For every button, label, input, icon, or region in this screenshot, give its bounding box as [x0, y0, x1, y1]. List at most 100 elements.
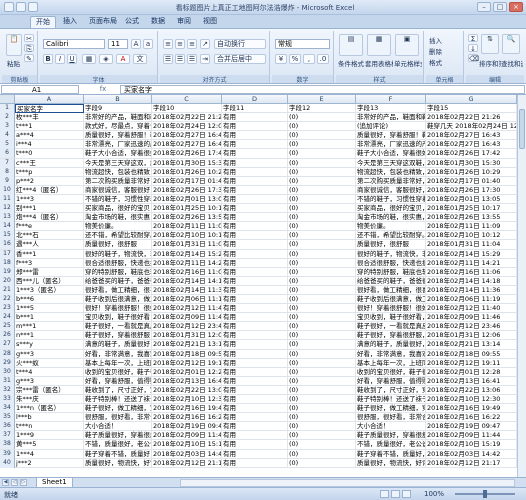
cell-d[interactable]: 有用	[222, 285, 288, 295]
cell-d[interactable]: 有用	[222, 149, 288, 159]
row-header[interactable]: 21	[0, 285, 15, 295]
cell-b[interactable]: 质量很好，很舒服	[84, 240, 152, 250]
cell-e[interactable]: (0)	[288, 404, 356, 414]
percent-icon[interactable]: %	[289, 54, 301, 64]
cell-f[interactable]: 鞋子很好，一看就是真皮	[356, 322, 426, 332]
cell-f[interactable]: 买家商品，很好的宝贝，	[356, 204, 426, 214]
cell-b[interactable]: 鞋子收到后很满意，做工很	[84, 294, 152, 304]
cell-g[interactable]: 2018年02月03日 14:42	[426, 449, 517, 459]
cell-a[interactable]: t***0	[15, 149, 84, 159]
name-box[interactable]: A1	[1, 85, 79, 94]
cell-d[interactable]: 有用	[222, 231, 288, 241]
cell-f[interactable]: 商家很诚信，客服很好，	[356, 185, 426, 195]
cell-b[interactable]: 商家很诚信，客服很好，鞋	[84, 185, 152, 195]
cell-f[interactable]: 鞋子很好，穿着很舒服，	[356, 331, 426, 341]
cell-c[interactable]: 2018年02月22日 21:26颜色	[152, 113, 222, 123]
cell-a[interactable]: 1***n（匿名）	[15, 404, 84, 414]
indent-icon[interactable]: ⇥	[200, 54, 210, 64]
cell-e[interactable]: (0)	[288, 158, 356, 168]
cell-f[interactable]: 鞋子穿着不错，质量好，	[356, 449, 426, 459]
delete-cells-button[interactable]: 删除	[429, 46, 442, 56]
shrink-font-icon[interactable]: a	[143, 39, 153, 49]
cell-b[interactable]: 鞋子质量很好，穿着很舒服	[84, 431, 152, 441]
row-header[interactable]: 25	[0, 322, 15, 332]
font-name-select[interactable]: Calibri	[43, 39, 105, 49]
align-left-icon[interactable]: ☰	[163, 54, 173, 64]
tab-home[interactable]: 开始	[30, 16, 56, 28]
cell-f[interactable]: 第二次购买质量非常好，	[356, 176, 426, 186]
cell-c[interactable]: 2018年02月01日 12:28颜色	[152, 367, 222, 377]
cell-d[interactable]: 有用	[222, 395, 288, 404]
row-header[interactable]: 18	[0, 258, 15, 268]
vertical-scroll-thumb[interactable]	[519, 109, 525, 149]
cell-c[interactable]: 2018年02月14日 14:18颜色	[152, 276, 222, 286]
cell-a[interactable]: 1***5	[15, 304, 84, 314]
column-header-a[interactable]: A	[15, 95, 84, 104]
cell-c[interactable]: 2018年02月22日 13:06颜色	[152, 385, 222, 395]
header-cell[interactable]: 字段13	[356, 104, 426, 113]
cell-a[interactable]: j***2	[15, 458, 84, 468]
header-cell[interactable]: 字段15	[426, 104, 517, 113]
cell-a[interactable]: a***4	[15, 131, 84, 141]
cell-f[interactable]: 好看，穿着舒服，值得购	[356, 376, 426, 386]
align-center-icon[interactable]: ☰	[175, 54, 185, 64]
cell-a[interactable]: 朱***庆	[15, 395, 84, 404]
cell-f[interactable]: 很好看，做工精细，很喜	[356, 285, 426, 295]
cell-c[interactable]: 2018年02月14日 15:29颜色	[152, 249, 222, 259]
cell-f[interactable]: 质量很好，很舒服	[356, 240, 426, 250]
cell-e[interactable]: (0)	[288, 449, 356, 459]
cell-e[interactable]: (0)	[288, 204, 356, 214]
cell-e[interactable]: (0)	[288, 176, 356, 186]
cell-a[interactable]: f***3	[15, 258, 84, 268]
cell-b[interactable]: 鞋子大小合适，穿着很好	[84, 149, 152, 159]
cell-a[interactable]: i***4	[15, 140, 84, 150]
cell-d[interactable]: 有用	[222, 440, 288, 450]
cell-e[interactable]: (0)	[288, 194, 356, 204]
cell-c[interactable]: 2018年02月16日 11:06颜色	[152, 267, 222, 277]
cell-c[interactable]: 2018年02月03日 14:42颜色	[152, 449, 222, 459]
wrap-text-button[interactable]: 自动换行	[214, 39, 266, 49]
cell-a[interactable]: 西***儿（匿名）	[15, 276, 84, 286]
cell-c[interactable]: 2018年02月12日 19:11颜色	[152, 358, 222, 368]
cell-a[interactable]: l***b	[15, 413, 84, 423]
tab-data[interactable]: 数据	[146, 16, 170, 28]
header-cell[interactable]: 字段12	[288, 104, 356, 113]
cell-c[interactable]: 2018年02月26日 13:55颜色	[152, 213, 222, 223]
row-header[interactable]: 30	[0, 367, 15, 377]
currency-icon[interactable]: ¥	[275, 54, 287, 64]
row-header[interactable]: 33	[0, 395, 15, 404]
row-header[interactable]: 40	[0, 458, 15, 468]
cell-a[interactable]: 北***石	[15, 231, 84, 241]
row-header[interactable]: 13	[0, 213, 15, 223]
cell-b[interactable]: 还不错，希望比较耐穿。鞋	[84, 231, 152, 241]
cell-e[interactable]: (0)	[288, 267, 356, 277]
cell-a[interactable]: 宗***雷（匿名）	[15, 385, 84, 395]
cell-style-label[interactable]: 单元格样式	[394, 58, 422, 68]
cell-c[interactable]: 2018年02月26日 17:42颜色	[152, 149, 222, 159]
cell-d[interactable]: 有用	[222, 194, 288, 204]
cell-d[interactable]: 有用	[222, 185, 288, 195]
cell-d[interactable]: 有用	[222, 458, 288, 468]
cell-c[interactable]: 2018年01月30日 15:30颜色	[152, 158, 222, 168]
cell-e[interactable]: (0)	[288, 294, 356, 304]
cell-d[interactable]: 有用	[222, 404, 288, 414]
cell-g[interactable]: 2018年02月26日 17:42	[426, 149, 517, 159]
cell-g[interactable]: 2018年02月11日 14:21	[426, 258, 517, 268]
row-header[interactable]: 19	[0, 267, 15, 277]
row-header[interactable]: 26	[0, 331, 15, 341]
cell-c[interactable]: 2018年02月12日 11:40颜色	[152, 304, 222, 314]
cell-c[interactable]: 2018年02月12日 21:17颜色	[152, 458, 222, 468]
cell-d[interactable]: 有用	[222, 322, 288, 332]
cell-c[interactable]: 2018年01月31日 11:04颜色	[152, 240, 222, 250]
cell-e[interactable]: (0)	[288, 395, 356, 404]
copy-icon[interactable]: ⎘	[24, 44, 34, 53]
cell-a[interactable]: m***1	[15, 322, 84, 332]
cell-a[interactable]: n***1	[15, 331, 84, 341]
cell-f[interactable]: 非常漂亮，厂家迅速的产	[356, 140, 426, 150]
cell-f[interactable]: 鞋收到了，尺寸正好，穿	[356, 385, 426, 395]
cell-a[interactable]: s***y	[15, 340, 84, 350]
cell-a1[interactable]: 买家名字	[15, 104, 84, 113]
find-select-label[interactable]: 查找和选择	[501, 58, 523, 68]
cell-d[interactable]: 有用	[222, 376, 288, 386]
align-right-icon[interactable]: ☰	[187, 54, 197, 64]
